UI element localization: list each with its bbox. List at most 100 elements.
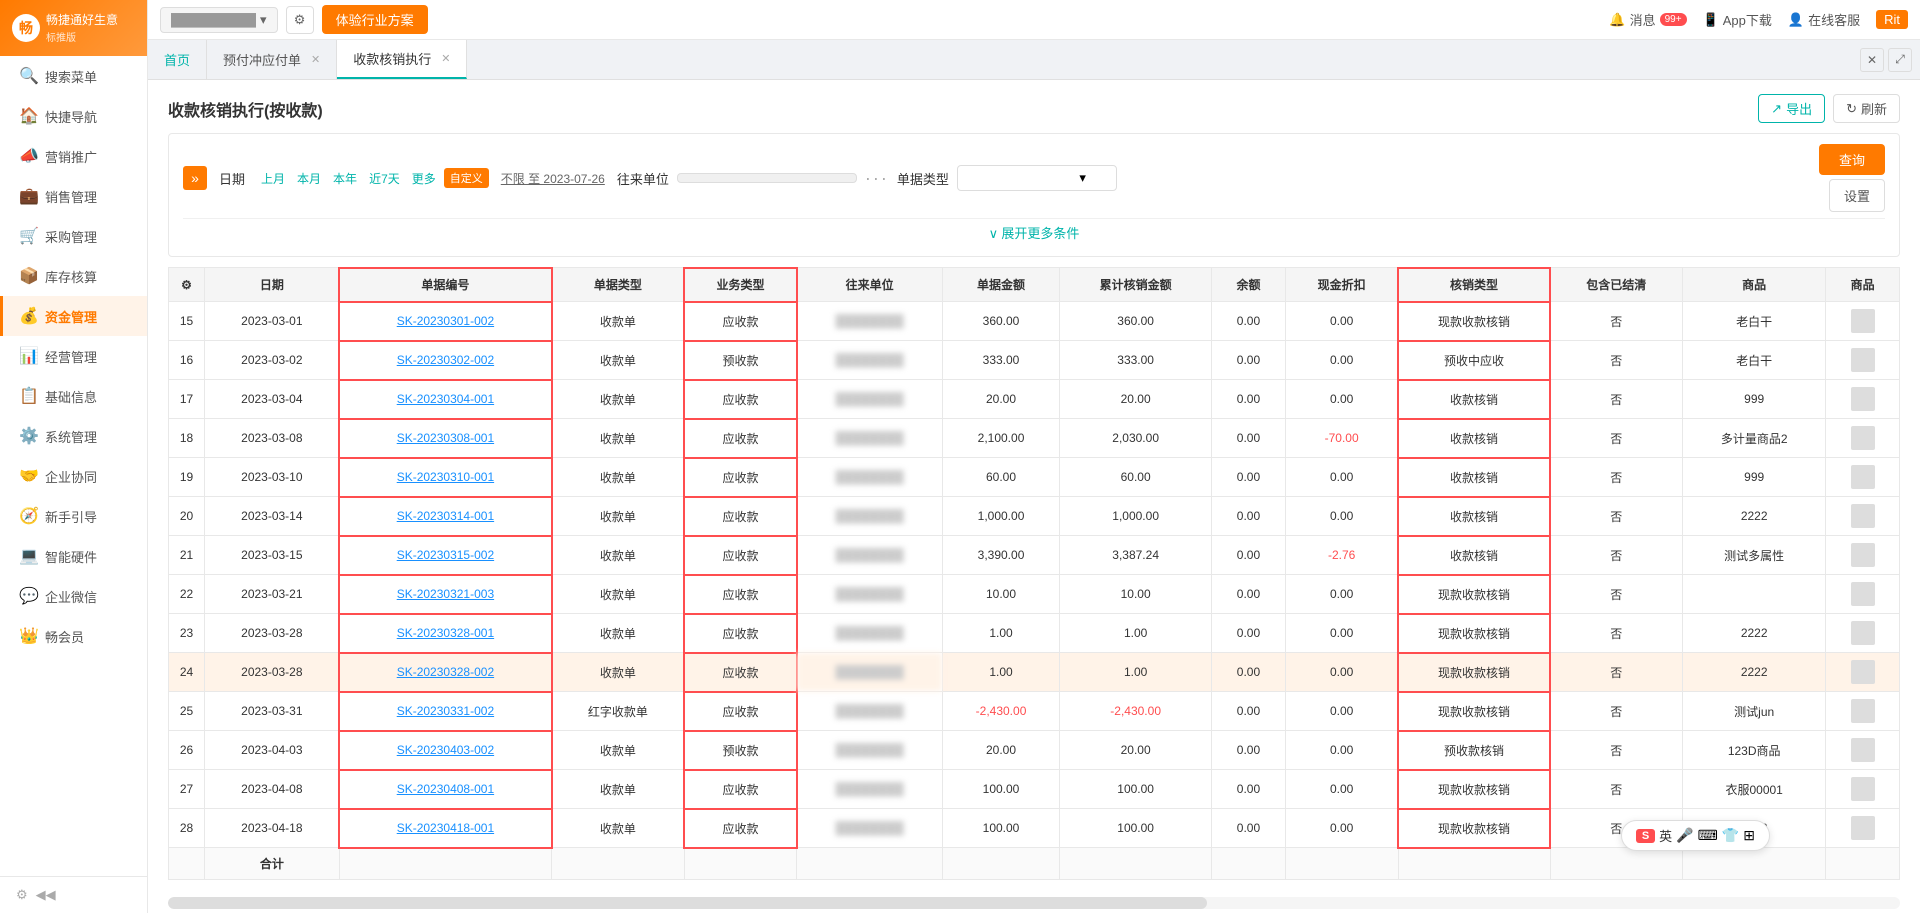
table-cell: [1826, 692, 1900, 731]
collapse-icon[interactable]: ◀◀: [36, 887, 56, 903]
table-cell[interactable]: SK-20230403-002: [339, 731, 552, 770]
table-cell: 收款单: [552, 575, 684, 614]
table-cell: 收款单: [552, 809, 684, 848]
table-cell: 24: [169, 653, 205, 692]
table-cell[interactable]: SK-20230304-001: [339, 380, 552, 419]
table-cell: 17: [169, 380, 205, 419]
business-icon: 📊: [19, 346, 37, 366]
table-cell: 2023-03-21: [205, 575, 340, 614]
keyboard-icon[interactable]: ⌨: [1698, 827, 1718, 844]
sidebar-item-quicknav[interactable]: 🏠 快捷导航: [0, 96, 147, 136]
tab-writeoff[interactable]: 收款核销执行 ✕: [337, 40, 467, 79]
writeoff-tab-close[interactable]: ✕: [441, 52, 450, 65]
table-cell: 22: [169, 575, 205, 614]
partner-input[interactable]: [677, 173, 857, 183]
system-icon: ⚙️: [19, 426, 37, 446]
shortcut-7days[interactable]: 近7天: [365, 168, 404, 189]
export-button[interactable]: ↗ 导出: [1758, 94, 1825, 123]
table-cell[interactable]: SK-20230308-001: [339, 419, 552, 458]
setting-button[interactable]: 设置: [1829, 179, 1885, 212]
sidebar-item-system[interactable]: ⚙️ 系统管理: [0, 416, 147, 456]
table-cell[interactable]: SK-20230408-001: [339, 770, 552, 809]
sidebar-item-purchase[interactable]: 🛒 采购管理: [0, 216, 147, 256]
table-cell[interactable]: SK-20230301-002: [339, 302, 552, 341]
table-cell[interactable]: SK-20230328-002: [339, 653, 552, 692]
wechat-icon: 💬: [19, 586, 37, 606]
industry-button[interactable]: 体验行业方案: [322, 5, 428, 34]
tab-home[interactable]: 首页: [148, 40, 207, 79]
filter-expand-button[interactable]: »: [183, 166, 207, 190]
service-icon: 👤: [1788, 12, 1804, 28]
settings-icon[interactable]: ⚙: [16, 887, 28, 903]
table-cell: 0.00: [1212, 692, 1286, 731]
table-cell[interactable]: SK-20230321-003: [339, 575, 552, 614]
sidebar-item-search[interactable]: 🔍 搜索菜单: [0, 56, 147, 96]
tab-expand-btn[interactable]: ⤢: [1888, 48, 1912, 72]
online-service-action[interactable]: 👤 在线客服: [1788, 10, 1860, 29]
query-button[interactable]: 查询: [1819, 144, 1885, 175]
table-cell: 28: [169, 809, 205, 848]
sidebar-item-guide[interactable]: 🧭 新手引导: [0, 496, 147, 536]
table-cell: 0.00: [1285, 809, 1398, 848]
table-cell: 19: [169, 458, 205, 497]
bill-type-select[interactable]: ▾: [957, 165, 1117, 191]
tab-payable[interactable]: 预付冲应付单 ✕: [207, 40, 337, 79]
table-cell[interactable]: SK-20230314-001: [339, 497, 552, 536]
tab-close-btn[interactable]: ✕: [1860, 48, 1884, 72]
filter-dots[interactable]: ···: [865, 168, 889, 189]
table-cell[interactable]: SK-20230315-002: [339, 536, 552, 575]
shortcut-this-month[interactable]: 本月: [293, 168, 325, 189]
sidebar-item-business[interactable]: 📊 经营管理: [0, 336, 147, 376]
messages-action[interactable]: 🔔 消息 99+: [1609, 10, 1686, 29]
shortcut-this-year[interactable]: 本年: [329, 168, 361, 189]
shortcut-more[interactable]: 更多: [408, 168, 440, 189]
table-cell: 0.00: [1212, 458, 1286, 497]
expand-more[interactable]: ∨ 展开更多条件: [183, 218, 1885, 246]
table-cell[interactable]: SK-20230302-002: [339, 341, 552, 380]
summary-cell: [1398, 848, 1550, 880]
table-scrollbar[interactable]: [168, 897, 1900, 909]
sidebar-item-member[interactable]: 👑 畅会员: [0, 616, 147, 656]
table-cell: ████████: [797, 770, 943, 809]
table-cell: 收款单: [552, 770, 684, 809]
date-range[interactable]: 不限 至 2023-07-26: [501, 170, 605, 187]
logo-title: 畅捷通好生意: [46, 12, 118, 29]
table-row: 152023-03-01SK-20230301-002收款单应收款███████…: [169, 302, 1900, 341]
custom-date-btn[interactable]: 自定义: [444, 168, 489, 188]
scrollbar-track[interactable]: [168, 897, 1207, 909]
sidebar-item-basics[interactable]: 📋 基础信息: [0, 376, 147, 416]
table-cell: 0.00: [1212, 419, 1286, 458]
grid-icon[interactable]: ⊞: [1743, 827, 1755, 844]
table-cell: ████████: [797, 419, 943, 458]
mic-icon[interactable]: 🎤: [1676, 827, 1693, 844]
payable-tab-close[interactable]: ✕: [311, 53, 320, 66]
th-gear[interactable]: ⚙: [169, 268, 205, 302]
table-cell[interactable]: SK-20230331-002: [339, 692, 552, 731]
sidebar-item-finance[interactable]: 💰 资金管理: [0, 296, 147, 336]
refresh-button[interactable]: ↻ 刷新: [1833, 94, 1900, 123]
table-cell[interactable]: SK-20230328-001: [339, 614, 552, 653]
table-cell[interactable]: SK-20230418-001: [339, 809, 552, 848]
table-cell: 20.00: [1060, 380, 1212, 419]
table-cell: 应收款: [684, 614, 797, 653]
table-cell: 否: [1550, 536, 1682, 575]
table-cell: 0.00: [1212, 653, 1286, 692]
gear-button[interactable]: ⚙: [286, 6, 314, 34]
sidebar-item-sales[interactable]: 💼 销售管理: [0, 176, 147, 216]
table-cell: 18: [169, 419, 205, 458]
app-download-action[interactable]: 📱 App下载: [1703, 10, 1772, 29]
table-cell[interactable]: SK-20230310-001: [339, 458, 552, 497]
sidebar-item-cooperation[interactable]: 🤝 企业协同: [0, 456, 147, 496]
sidebar-item-inventory[interactable]: 📦 库存核算: [0, 256, 147, 296]
workspace-selector[interactable]: ██████████ ▾: [160, 7, 278, 33]
user-avatar[interactable]: Rit: [1876, 10, 1908, 29]
sidebar-item-wechat[interactable]: 💬 企业微信: [0, 576, 147, 616]
member-icon: 👑: [19, 626, 37, 646]
shortcut-last-month[interactable]: 上月: [257, 168, 289, 189]
summary-cell: [1826, 848, 1900, 880]
table-cell: 0.00: [1212, 614, 1286, 653]
user-name: Rit: [1876, 10, 1908, 29]
sidebar-item-marketing[interactable]: 📣 营销推广: [0, 136, 147, 176]
th-goods: 商品: [1683, 268, 1826, 302]
sidebar-item-hardware[interactable]: 💻 智能硬件: [0, 536, 147, 576]
